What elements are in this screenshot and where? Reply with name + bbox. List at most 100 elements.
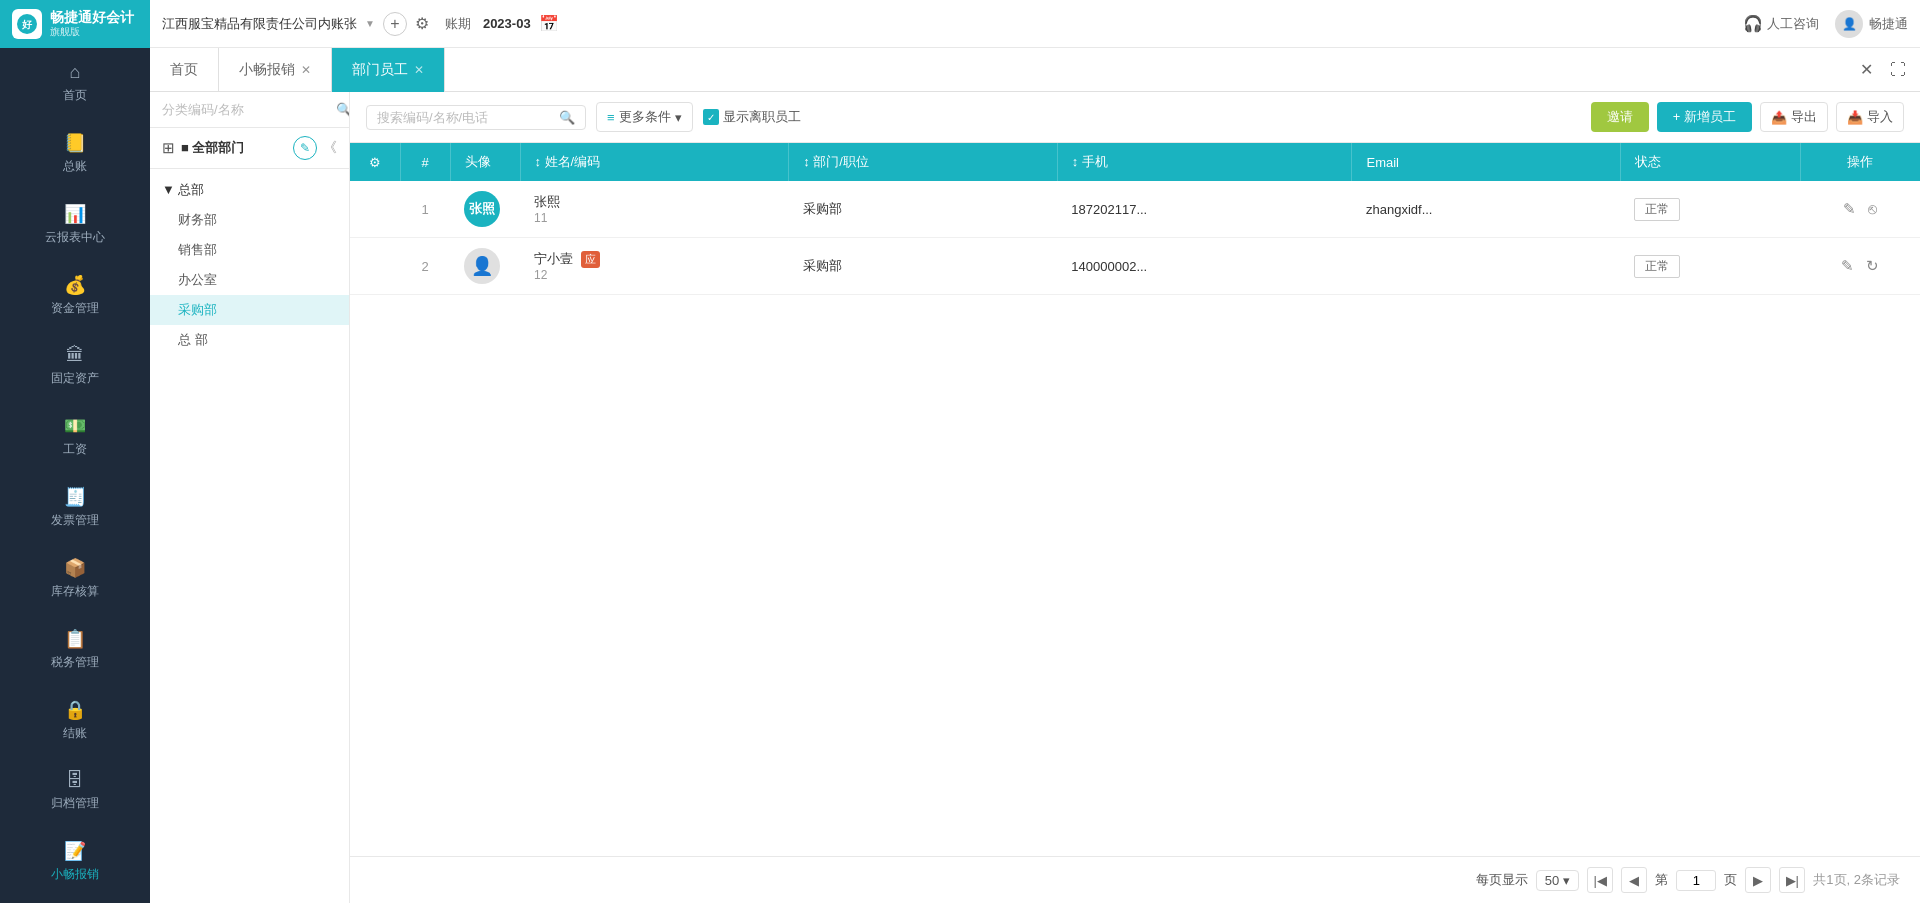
sidebar-item-assets[interactable]: 🏛 固定资产 xyxy=(0,331,150,401)
last-page-btn[interactable]: ▶| xyxy=(1779,867,1805,893)
sidebar-item-archive[interactable]: 🗄 归档管理 xyxy=(0,756,150,826)
sidebar-item-ledger[interactable]: 📒 总账 xyxy=(0,118,150,189)
row-dept-1: 采购部 xyxy=(789,181,1058,238)
dept-search-input[interactable] xyxy=(162,102,330,117)
filter-arrow-icon: ▾ xyxy=(675,110,682,125)
logo-text: 畅捷通好会计 xyxy=(50,9,134,26)
row-avatar-2: 👤 xyxy=(450,238,520,295)
logo-area: 好 畅捷通好会计 旗舰版 xyxy=(0,0,150,48)
dept-node-xiaoshou[interactable]: 销售部 xyxy=(150,235,349,265)
col-status: 状态 xyxy=(1620,143,1800,181)
close-icon: 🔒 xyxy=(64,699,86,721)
filter-more-btn[interactable]: ≡ 更多条件 ▾ xyxy=(596,102,693,132)
edit-icon-1[interactable]: ✎ xyxy=(1843,200,1856,217)
tab-close-active-icon[interactable]: ✕ xyxy=(414,63,424,77)
sidebar-item-salary[interactable]: 💵 工资 xyxy=(0,401,150,472)
import-btn[interactable]: 📥 导入 xyxy=(1836,102,1904,132)
dropdown-arrow-icon[interactable]: ▼ xyxy=(365,18,375,29)
import-icon: 📥 xyxy=(1847,110,1863,125)
logo-sub: 旗舰版 xyxy=(50,25,134,39)
calendar-icon[interactable]: 📅 xyxy=(539,14,559,33)
dept-edit-btn[interactable]: ✎ xyxy=(293,136,317,160)
sidebar-item-home[interactable]: ⌂ 首页 xyxy=(0,48,150,118)
row-email-2 xyxy=(1352,238,1620,295)
dept-node-caiwu[interactable]: 财务部 xyxy=(150,205,349,235)
sidebar-item-reports[interactable]: 📊 云报表中心 xyxy=(0,189,150,260)
top-right: 🎧 人工咨询 👤 畅捷通 xyxy=(1743,10,1908,38)
settings-icon[interactable]: ⚙ xyxy=(415,14,429,33)
logout-icon-1[interactable]: ⎋ xyxy=(1868,200,1877,217)
dept-node-zongbu2[interactable]: 总 部 xyxy=(150,325,349,355)
support-link[interactable]: 🎧 人工咨询 xyxy=(1743,14,1819,33)
col-settings[interactable]: ⚙ xyxy=(350,143,400,181)
period-value: 2023-03 xyxy=(483,16,531,31)
page-size-select[interactable]: 50 ▾ xyxy=(1536,870,1579,891)
sidebar-item-inventory[interactable]: 📦 库存核算 xyxy=(0,543,150,614)
avatar: 👤 xyxy=(1835,10,1863,38)
emp-name-2: 宁小壹 xyxy=(534,250,573,268)
row-num-1: 1 xyxy=(400,181,450,238)
dept-tree: ▼ 总部 财务部 销售部 办公室 采购部 总 部 xyxy=(150,169,349,903)
all-depts-label[interactable]: ■ 全部部门 xyxy=(181,139,287,157)
edit-icon-2[interactable]: ✎ xyxy=(1841,257,1854,274)
tab-home[interactable]: 首页 xyxy=(150,48,219,92)
tab-close-icon[interactable]: ✕ xyxy=(301,63,311,77)
employee-search-input[interactable] xyxy=(377,110,553,125)
dept-node-zongbu[interactable]: ▼ 总部 xyxy=(150,175,349,205)
dept-panel: 🔍 ⊞ ■ 全部部门 ✎ 《 ▼ 总部 财务部 销售部 xyxy=(150,92,350,903)
expense-icon: 📝 xyxy=(64,840,86,862)
tab-close-window-btn[interactable]: ✕ xyxy=(1852,56,1880,84)
add-employee-btn[interactable]: + 新增员工 xyxy=(1657,102,1752,132)
sidebar-item-label: 归档管理 xyxy=(51,795,99,812)
col-name[interactable]: ↕ 姓名/编码 xyxy=(520,143,789,181)
dept-collapse-btn[interactable]: 《 xyxy=(323,139,337,157)
employee-toolbar: 🔍 ≡ 更多条件 ▾ ✓ 显示离职员工 邀请 + 新增员工 xyxy=(350,92,1920,143)
export-btn[interactable]: 📤 导出 xyxy=(1760,102,1828,132)
row-select-1[interactable] xyxy=(350,181,400,238)
inventory-icon: 📦 xyxy=(64,557,86,579)
row-status-2: 正常 xyxy=(1620,238,1800,295)
invite-btn[interactable]: 邀请 xyxy=(1591,102,1649,132)
sidebar-item-label: 工资 xyxy=(63,441,87,458)
tab-actions: ✕ ⛶ xyxy=(1852,56,1920,84)
row-email-1: zhangxidf... xyxy=(1352,181,1620,238)
sidebar-item-expense[interactable]: 📝 小畅报销 xyxy=(0,826,150,897)
col-email: Email xyxy=(1352,143,1620,181)
tab-expense[interactable]: 小畅报销 ✕ xyxy=(219,48,332,92)
tab-dept-employee[interactable]: 部门员工 ✕ xyxy=(332,48,445,92)
sidebar-item-close[interactable]: 🔒 结账 xyxy=(0,685,150,756)
page-number-input[interactable] xyxy=(1676,870,1716,891)
sidebar-item-settings[interactable]: ⚙ 基础设置 xyxy=(0,897,150,903)
first-page-btn[interactable]: |◀ xyxy=(1587,867,1613,893)
dept-node-caigou[interactable]: 采购部 xyxy=(150,295,349,325)
export-icon: 📤 xyxy=(1771,110,1787,125)
next-page-btn[interactable]: ▶ xyxy=(1745,867,1771,893)
employee-search-icon[interactable]: 🔍 xyxy=(559,110,575,125)
row-select-2[interactable] xyxy=(350,238,400,295)
employee-table-wrap: ⚙ # 头像 ↕ 姓名/编码 ↕ 部门/职位 ↕ 手机 xyxy=(350,143,1920,856)
add-company-btn[interactable]: + xyxy=(383,12,407,36)
pagination: 每页显示 50 ▾ |◀ ◀ 第 页 ▶ ▶| 共1页, 2条记录 xyxy=(350,856,1920,903)
dept-node-bangongshi[interactable]: 办公室 xyxy=(150,265,349,295)
col-phone[interactable]: ↕ 手机 xyxy=(1057,143,1352,181)
sidebar-item-tax[interactable]: 📋 税务管理 xyxy=(0,614,150,685)
prev-page-btn[interactable]: ◀ xyxy=(1621,867,1647,893)
dept-search-icon[interactable]: 🔍 xyxy=(336,102,350,117)
row-name-2: 宁小壹 应 12 xyxy=(520,238,789,295)
show-resign-toggle[interactable]: ✓ 显示离职员工 xyxy=(703,108,801,126)
tab-maximize-btn[interactable]: ⛶ xyxy=(1884,56,1912,84)
row-num-2: 2 xyxy=(400,238,450,295)
emp-name-1: 张熙 xyxy=(534,193,775,211)
grid-icon: ⊞ xyxy=(162,139,175,157)
archive-icon: 🗄 xyxy=(66,770,84,791)
total-info: 共1页, 2条记录 xyxy=(1813,871,1900,889)
reports-icon: 📊 xyxy=(64,203,86,225)
tax-icon: 📋 xyxy=(64,628,86,650)
sidebar-item-invoice[interactable]: 🧾 发票管理 xyxy=(0,472,150,543)
col-dept[interactable]: ↕ 部门/职位 xyxy=(789,143,1058,181)
sidebar-item-label: 总账 xyxy=(63,158,87,175)
sidebar-item-funds[interactable]: 💰 资金管理 xyxy=(0,260,150,331)
sidebar-item-label: 税务管理 xyxy=(51,654,99,671)
refresh-icon-2[interactable]: ↻ xyxy=(1866,257,1879,274)
user-info[interactable]: 👤 畅捷通 xyxy=(1835,10,1908,38)
